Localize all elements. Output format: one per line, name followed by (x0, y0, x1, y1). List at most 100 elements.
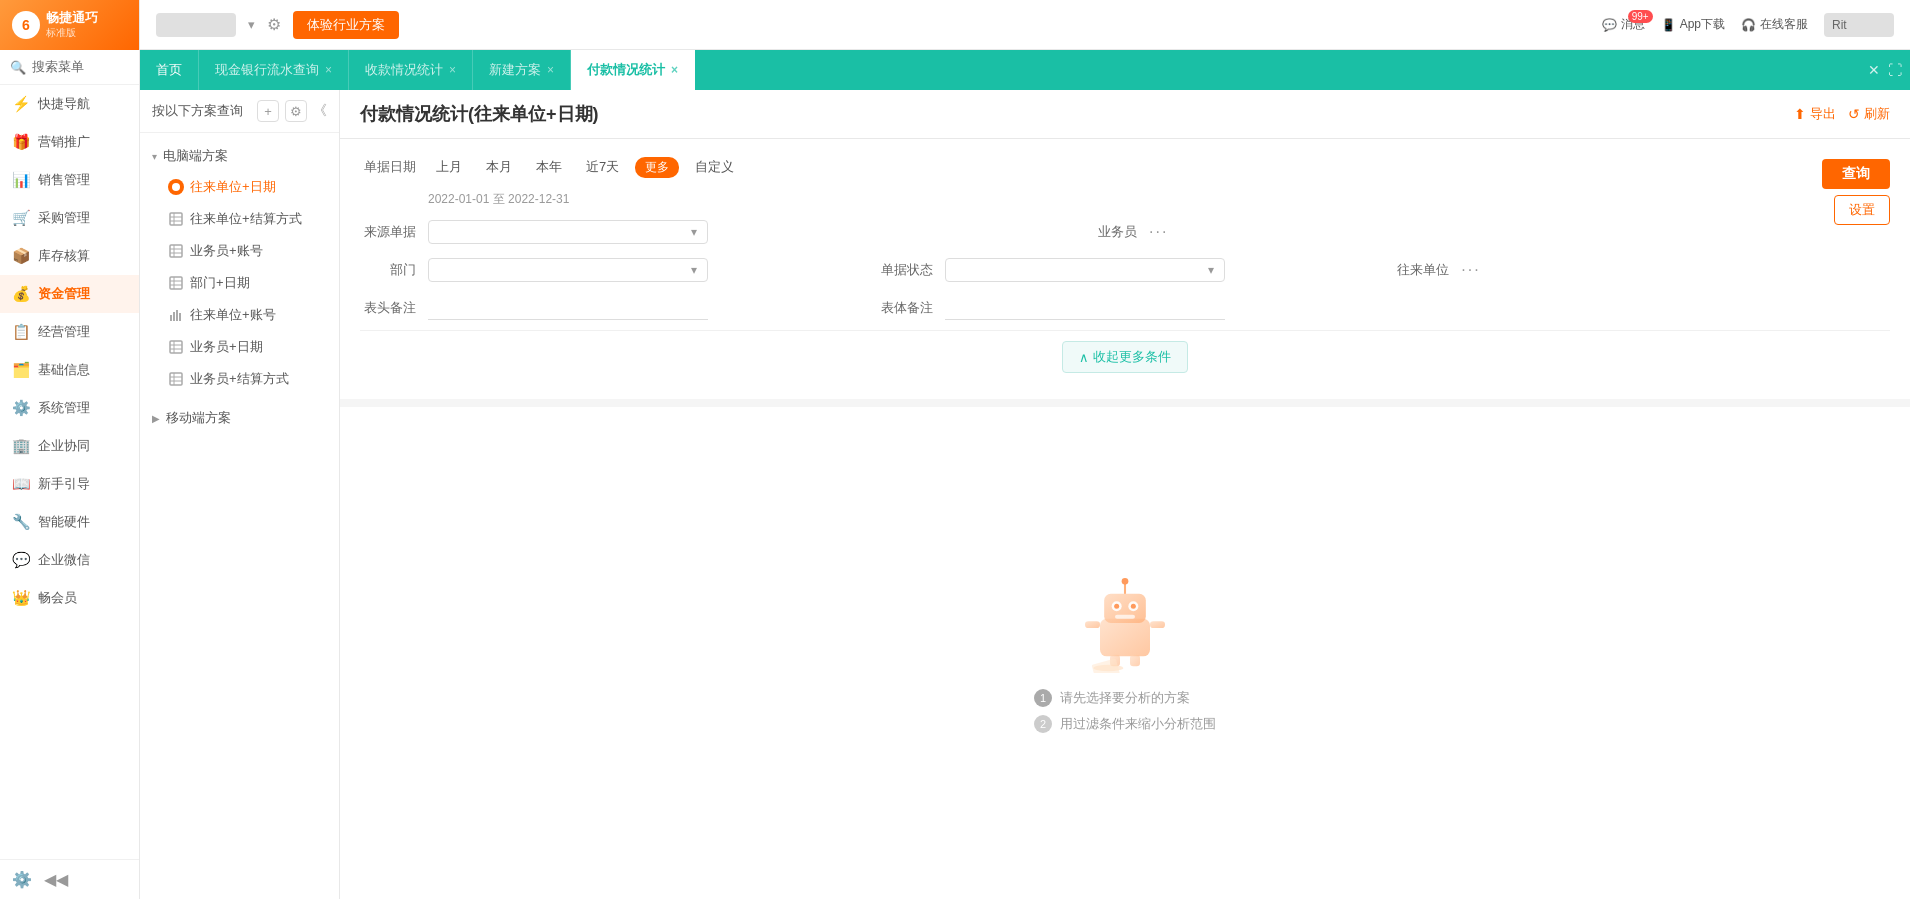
header-note-input[interactable] (428, 296, 708, 320)
svg-point-29 (1114, 604, 1119, 609)
enterprise-icon: 🏢 (12, 437, 30, 455)
empty-steps: 1 请先选择要分析的方案 2 用过滤条件来缩小分析范围 (1034, 689, 1216, 733)
step-number-1: 1 (1034, 689, 1052, 707)
add-scheme-button[interactable]: + (257, 100, 279, 122)
sidebar-item-operation[interactable]: 📋 经营管理 (0, 313, 139, 351)
date-btn-this-year[interactable]: 本年 (528, 155, 570, 179)
tree-item-salesman-date[interactable]: 业务员+日期 (140, 331, 339, 363)
step-number-2: 2 (1034, 715, 1052, 733)
sidebar-item-inventory[interactable]: 📦 库存核算 (0, 237, 139, 275)
date-btn-more[interactable]: 更多 (635, 157, 679, 178)
status-filter-select[interactable]: ▾ (945, 258, 1225, 282)
tree-item-partner-settle[interactable]: 往来单位+结算方式 (140, 203, 339, 235)
settings-icon: ⚙ (290, 104, 302, 119)
sidebar-item-wechat[interactable]: 💬 企业微信 (0, 541, 139, 579)
svg-rect-17 (170, 341, 182, 353)
source-filter-label: 来源单据 (360, 223, 416, 241)
active-scheme-icon (168, 179, 184, 195)
tree-item-salesman-account[interactable]: 业务员+账号 (140, 235, 339, 267)
sidebar-item-enterprise[interactable]: 🏢 企业协同 (0, 427, 139, 465)
svg-rect-13 (170, 315, 172, 321)
tab-new-close[interactable]: × (547, 63, 554, 77)
salesman-dots-btn[interactable]: ··· (1149, 223, 1168, 241)
sidebar-item-purchase[interactable]: 🛒 采购管理 (0, 199, 139, 237)
sidebar-item-fund[interactable]: 💰 资金管理 (0, 275, 139, 313)
sidebar-item-hardware[interactable]: 🔧 智能硬件 (0, 503, 139, 541)
member-icon: 👑 (12, 589, 30, 607)
tab-bank[interactable]: 现金银行流水查询 × (199, 50, 349, 90)
sidebar-item-sales[interactable]: 📊 销售管理 (0, 161, 139, 199)
tab-home[interactable]: 首页 (140, 50, 199, 90)
search-menu[interactable]: 🔍 搜索菜单 (0, 50, 139, 85)
topbar-gear-icon[interactable]: ⚙ (267, 15, 281, 34)
right-panel: 付款情况统计(往来单位+日期) ⬆ 导出 ↺ 刷新 (340, 90, 1910, 899)
date-btn-this-month[interactable]: 本月 (478, 155, 520, 179)
wechat-icon: 💬 (12, 551, 30, 569)
query-settings-col: 查询 设置 (1822, 155, 1890, 225)
purchase-icon: 🛒 (12, 209, 30, 227)
date-btn-7days[interactable]: 近7天 (578, 155, 627, 179)
collapse-filter-button[interactable]: ∧ 收起更多条件 (1062, 341, 1188, 373)
sidebar-item-marketing[interactable]: 🎁 营销推广 (0, 123, 139, 161)
table-icon-1 (168, 211, 184, 227)
table-icon-2 (168, 243, 184, 259)
dept-select-arrow: ▾ (691, 263, 697, 277)
svg-rect-5 (170, 245, 182, 257)
message-button[interactable]: 💬 消息 99+ (1602, 16, 1645, 33)
svg-rect-14 (173, 312, 175, 321)
tab-payment-close[interactable]: × (671, 63, 678, 77)
tab-expand-icon[interactable]: ⛶ (1888, 62, 1902, 78)
source-filter-select[interactable]: ▾ (428, 220, 708, 244)
scheme-settings-button[interactable]: ⚙ (285, 100, 307, 122)
sidebar-bottom: ⚙️ ◀◀ (0, 859, 139, 899)
message-badge: 99+ (1628, 10, 1653, 23)
sidebar-item-guide[interactable]: 📖 新手引导 (0, 465, 139, 503)
topbar-dropdown-icon[interactable]: ▾ (248, 17, 255, 32)
tree-item-partner-date[interactable]: 往来单位+日期 (140, 171, 339, 203)
date-filter-content: 上月 本月 本年 近7天 更多 自定义 (428, 155, 742, 179)
desktop-section-title[interactable]: ▾ 电脑端方案 (140, 141, 339, 171)
collapse-panel-button[interactable]: 《 (313, 102, 327, 120)
online-service-button[interactable]: 🎧 在线客服 (1741, 16, 1808, 33)
partner-dots-btn[interactable]: ··· (1461, 261, 1480, 279)
sidebar-item-shortcut[interactable]: ⚡ 快捷导航 (0, 85, 139, 123)
tab-bank-close[interactable]: × (325, 63, 332, 77)
tab-payment[interactable]: 付款情况统计 × (571, 50, 695, 90)
mobile-section-title[interactable]: ▶ 移动端方案 (140, 403, 339, 433)
settings-bottom-icon[interactable]: ⚙️ (12, 870, 32, 889)
tree-item-partner-account[interactable]: 往来单位+账号 (140, 299, 339, 331)
sidebar-item-member[interactable]: 👑 畅会员 (0, 579, 139, 617)
tab-receipt[interactable]: 收款情况统计 × (349, 50, 473, 90)
dept-filter-select[interactable]: ▾ (428, 258, 708, 282)
app-download-button[interactable]: 📱 App下载 (1661, 16, 1725, 33)
trial-button[interactable]: 体验行业方案 (293, 11, 399, 39)
tab-close-all-icon[interactable]: ✕ (1868, 62, 1880, 78)
collapse-up-icon: ∧ (1079, 350, 1089, 365)
refresh-button[interactable]: ↺ 刷新 (1848, 105, 1890, 123)
refresh-icon: ↺ (1848, 106, 1860, 122)
source-select-arrow: ▾ (691, 225, 697, 239)
section-divider (340, 399, 1910, 407)
tab-receipt-close[interactable]: × (449, 63, 456, 77)
sidebar-item-system[interactable]: ⚙️ 系统管理 (0, 389, 139, 427)
user-avatar (156, 13, 236, 37)
data-area: 1 请先选择要分析的方案 2 用过滤条件来缩小分析范围 (340, 407, 1910, 899)
filter-section: 单据日期 上月 本月 本年 近7天 更多 自定义 (340, 139, 1910, 399)
tab-new[interactable]: 新建方案 × (473, 50, 571, 90)
filter-settings-button[interactable]: 设置 (1834, 195, 1890, 225)
svg-point-32 (1122, 578, 1129, 585)
date-btn-last-month[interactable]: 上月 (428, 155, 470, 179)
tree-item-dept-date[interactable]: 部门+日期 (140, 267, 339, 299)
query-button[interactable]: 查询 (1822, 159, 1890, 189)
marketing-icon: 🎁 (12, 133, 30, 151)
collapse-sidebar-icon[interactable]: ◀◀ (44, 870, 68, 889)
export-button[interactable]: ⬆ 导出 (1794, 105, 1836, 123)
body-note-input[interactable] (945, 296, 1225, 320)
date-btn-custom[interactable]: 自定义 (687, 155, 742, 179)
empty-state: 1 请先选择要分析的方案 2 用过滤条件来缩小分析范围 (1034, 573, 1216, 733)
tree-item-salesman-settle[interactable]: 业务员+结算方式 (140, 363, 339, 395)
fund-icon: 💰 (12, 285, 30, 303)
table-icon-4 (168, 339, 184, 355)
topbar-user-area (156, 13, 236, 37)
sidebar-item-basic[interactable]: 🗂️ 基础信息 (0, 351, 139, 389)
